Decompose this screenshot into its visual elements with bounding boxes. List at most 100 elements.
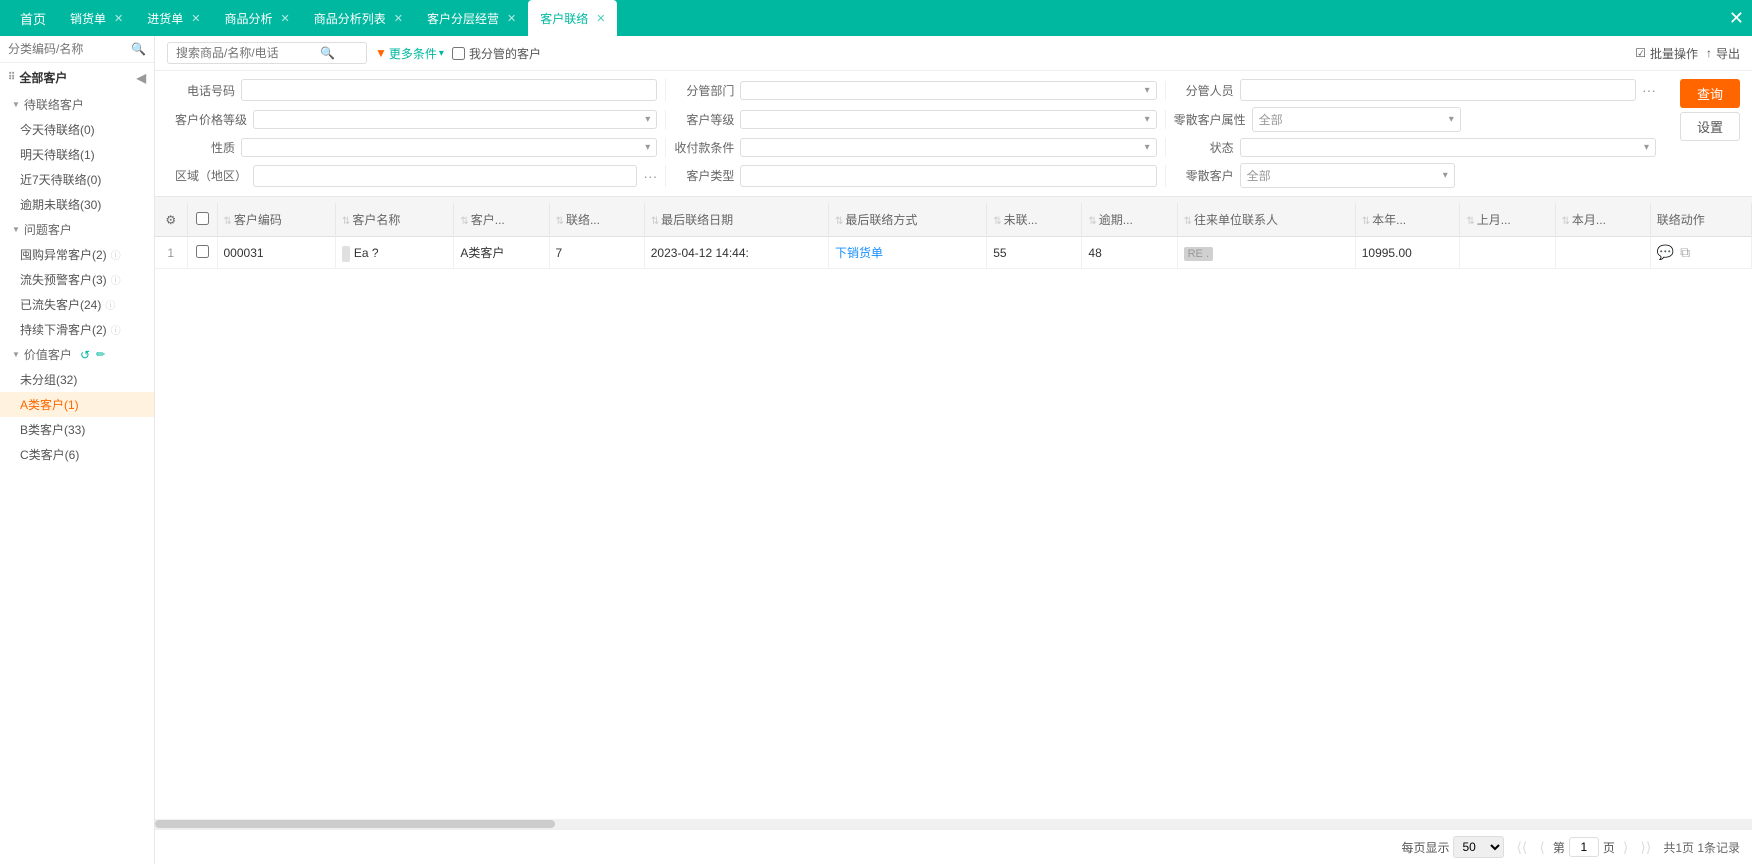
horizontal-scrollbar[interactable] xyxy=(155,819,1752,829)
sidebar-item-today[interactable]: 今天待联络(0) xyxy=(0,117,154,142)
filter-region-label: 区域（地区） xyxy=(175,167,247,184)
message-icon[interactable]: 💬 xyxy=(1657,244,1674,261)
page-number-input[interactable] xyxy=(1569,837,1599,857)
filter-customer-type-input[interactable] xyxy=(740,165,1156,187)
chevron-nature-icon: ▾ xyxy=(645,142,650,153)
sidebar-item-class-a[interactable]: A类客户(1) xyxy=(0,392,154,417)
prev-page-btn[interactable]: ⟨ xyxy=(1535,837,1548,858)
my-customers-filter[interactable]: 我分管的客户 xyxy=(452,45,541,62)
filter-search-icon[interactable]: 🔍 xyxy=(320,46,335,60)
nav-tab-purchase[interactable]: 进货单 ✕ xyxy=(135,0,212,36)
filter-person-dots[interactable]: ··· xyxy=(1642,82,1656,98)
all-customers-header[interactable]: ⠿ 全部客户 ◀ xyxy=(0,63,154,92)
info-icon-churned: ⓘ xyxy=(105,297,115,312)
close-customer-contact-tab[interactable]: ✕ xyxy=(596,12,605,25)
more-conditions-button[interactable]: ▼ 更多条件 ▾ xyxy=(375,45,444,62)
filter-customer-level-select[interactable]: ▾ xyxy=(740,110,1156,129)
filter-person-input[interactable] xyxy=(1240,79,1636,101)
sidebar-item-class-c[interactable]: C类客户(6) xyxy=(0,442,154,467)
nav-tab-customer-segment[interactable]: 客户分层经营 ✕ xyxy=(415,0,528,36)
chevron-level-icon: ▾ xyxy=(1145,114,1150,125)
sidebar-search-icon[interactable]: 🔍 xyxy=(131,42,146,56)
filter-region-input[interactable] xyxy=(253,165,637,187)
row-checkbox[interactable] xyxy=(196,245,209,258)
sidebar-item-class-b[interactable]: B类客户(33) xyxy=(0,417,154,442)
content-area: 🔍 ▼ 更多条件 ▾ 我分管的客户 ☑ 批量操作 ↑ 导出 xyxy=(155,36,1752,864)
chevron-down-icon: ▾ xyxy=(439,48,444,59)
filter-retail-attr: 零散客户属性 全部 ▾ xyxy=(1166,107,1664,132)
col-code: ⇅客户编码 xyxy=(217,203,335,237)
sidebar-item-overdue[interactable]: 逾期未联络(30) xyxy=(0,192,154,217)
nav-tab-product-list[interactable]: 商品分析列表 ✕ xyxy=(302,0,415,36)
close-customer-segment-tab[interactable]: ✕ xyxy=(507,12,516,25)
col-this-month: ⇅本月... xyxy=(1555,203,1650,237)
row-num: 1 xyxy=(155,237,187,269)
filter-retail: 零散客户 全部 ▾ xyxy=(1166,163,1664,188)
filter-region-dots[interactable]: ··· xyxy=(643,168,657,184)
filter-retail-attr-select[interactable]: 全部 ▾ xyxy=(1252,107,1461,132)
filter-nature-select[interactable]: ▾ xyxy=(241,138,657,157)
filter-payment-select[interactable]: ▾ xyxy=(740,138,1156,157)
pagination-bar: 每页显示 50 100 200 ⟨⟨ ⟨ 第 页 ⟩ ⟩⟩ 共1页 1条记录 xyxy=(155,829,1752,864)
filter-nature: 性质 ▾ xyxy=(167,138,666,157)
close-product-list-tab[interactable]: ✕ xyxy=(394,12,403,25)
page-size-select[interactable]: 50 100 200 xyxy=(1453,836,1504,858)
sidebar-item-ungrouped[interactable]: 未分组(32) xyxy=(0,367,154,392)
filter-phone-input[interactable] xyxy=(241,79,657,101)
filter-dept: 分管部门 ▾ xyxy=(666,81,1165,100)
col-contact-person: ⇅往来单位联系人 xyxy=(1177,203,1355,237)
nav-home[interactable]: 首页 xyxy=(8,9,58,28)
query-button[interactable]: 查询 xyxy=(1680,79,1740,108)
col-name: ⇅客户名称 xyxy=(335,203,453,237)
sidebar-item-tomorrow[interactable]: 明天待联络(1) xyxy=(0,142,154,167)
sidebar-search-input[interactable] xyxy=(8,42,127,56)
group-value-customers[interactable]: ▼ 价值客户 ↺ ✏ xyxy=(0,342,154,367)
my-customers-checkbox[interactable] xyxy=(452,47,465,60)
sidebar-item-7days[interactable]: 近7天待联络(0) xyxy=(0,167,154,192)
nav-tab-customer-contact[interactable]: 客户联络 ✕ xyxy=(528,0,617,36)
col-uncontacted: ⇅未联... xyxy=(987,203,1082,237)
filter-dept-select[interactable]: ▾ xyxy=(740,81,1156,100)
scroll-thumb[interactable] xyxy=(155,820,555,828)
col-last-month: ⇅上月... xyxy=(1460,203,1555,237)
close-all-button[interactable]: ✕ xyxy=(1729,8,1744,29)
filter-payment-label: 收付款条件 xyxy=(674,139,734,156)
filter-price-select[interactable]: ▾ xyxy=(253,110,657,129)
filter-status-select[interactable]: ▾ xyxy=(1240,138,1656,157)
group-problem-customers[interactable]: ▼ 问题客户 xyxy=(0,217,154,242)
filter-search-input[interactable] xyxy=(176,46,316,60)
sidebar-item-abnormal[interactable]: 囤购异常客户(2) ⓘ xyxy=(0,242,154,267)
last-page-btn[interactable]: ⟩⟩ xyxy=(1636,837,1655,858)
cell-contact-num: 7 xyxy=(549,237,644,269)
export-button[interactable]: ↑ 导出 xyxy=(1706,45,1740,62)
edit-icon[interactable]: ✏ xyxy=(96,348,105,361)
last-method-link[interactable]: 下销货单 xyxy=(835,246,883,260)
group-pending-contact[interactable]: ▼ 待联络客户 xyxy=(0,92,154,117)
close-product-analysis-tab[interactable]: ✕ xyxy=(281,12,290,25)
filter-retail-select[interactable]: 全部 ▾ xyxy=(1240,163,1455,188)
filter-customer-level: 客户等级 ▾ xyxy=(666,110,1165,129)
chevron-payment-icon: ▾ xyxy=(1145,142,1150,153)
sidebar-item-churned[interactable]: 已流失客户(24) ⓘ xyxy=(0,292,154,317)
col-checkbox xyxy=(187,203,217,237)
first-page-btn[interactable]: ⟨⟨ xyxy=(1512,837,1531,858)
sidebar-item-declining[interactable]: 持续下滑客户(2) ⓘ xyxy=(0,317,154,342)
close-sales-tab[interactable]: ✕ xyxy=(114,12,123,25)
select-all-checkbox[interactable] xyxy=(196,212,209,225)
refresh-icon[interactable]: ↺ xyxy=(80,348,90,362)
nav-tab-product-analysis[interactable]: 商品分析 ✕ xyxy=(212,0,301,36)
col-contact: ⇅联络... xyxy=(549,203,644,237)
filter-row-2: 客户价格等级 ▾ 客户等级 ▾ xyxy=(167,107,1664,132)
batch-op-button[interactable]: ☑ 批量操作 xyxy=(1635,45,1698,62)
col-settings[interactable]: ⚙ xyxy=(155,203,187,237)
settings-button[interactable]: 设置 xyxy=(1680,112,1740,141)
nav-tab-sales[interactable]: 销货单 ✕ xyxy=(58,0,135,36)
next-page-btn[interactable]: ⟩ xyxy=(1619,837,1632,858)
filter-customer-type: 客户类型 xyxy=(666,165,1165,187)
sidebar-item-churn-warning[interactable]: 流失预警客户(3) ⓘ xyxy=(0,267,154,292)
close-purchase-tab[interactable]: ✕ xyxy=(191,12,200,25)
sidebar-collapse-icon[interactable]: ◀ xyxy=(137,71,146,85)
filter-retail-attr-label: 零散客户属性 xyxy=(1174,111,1246,128)
link-icon[interactable]: ⧉ xyxy=(1680,244,1690,261)
export-icon: ↑ xyxy=(1706,46,1712,60)
